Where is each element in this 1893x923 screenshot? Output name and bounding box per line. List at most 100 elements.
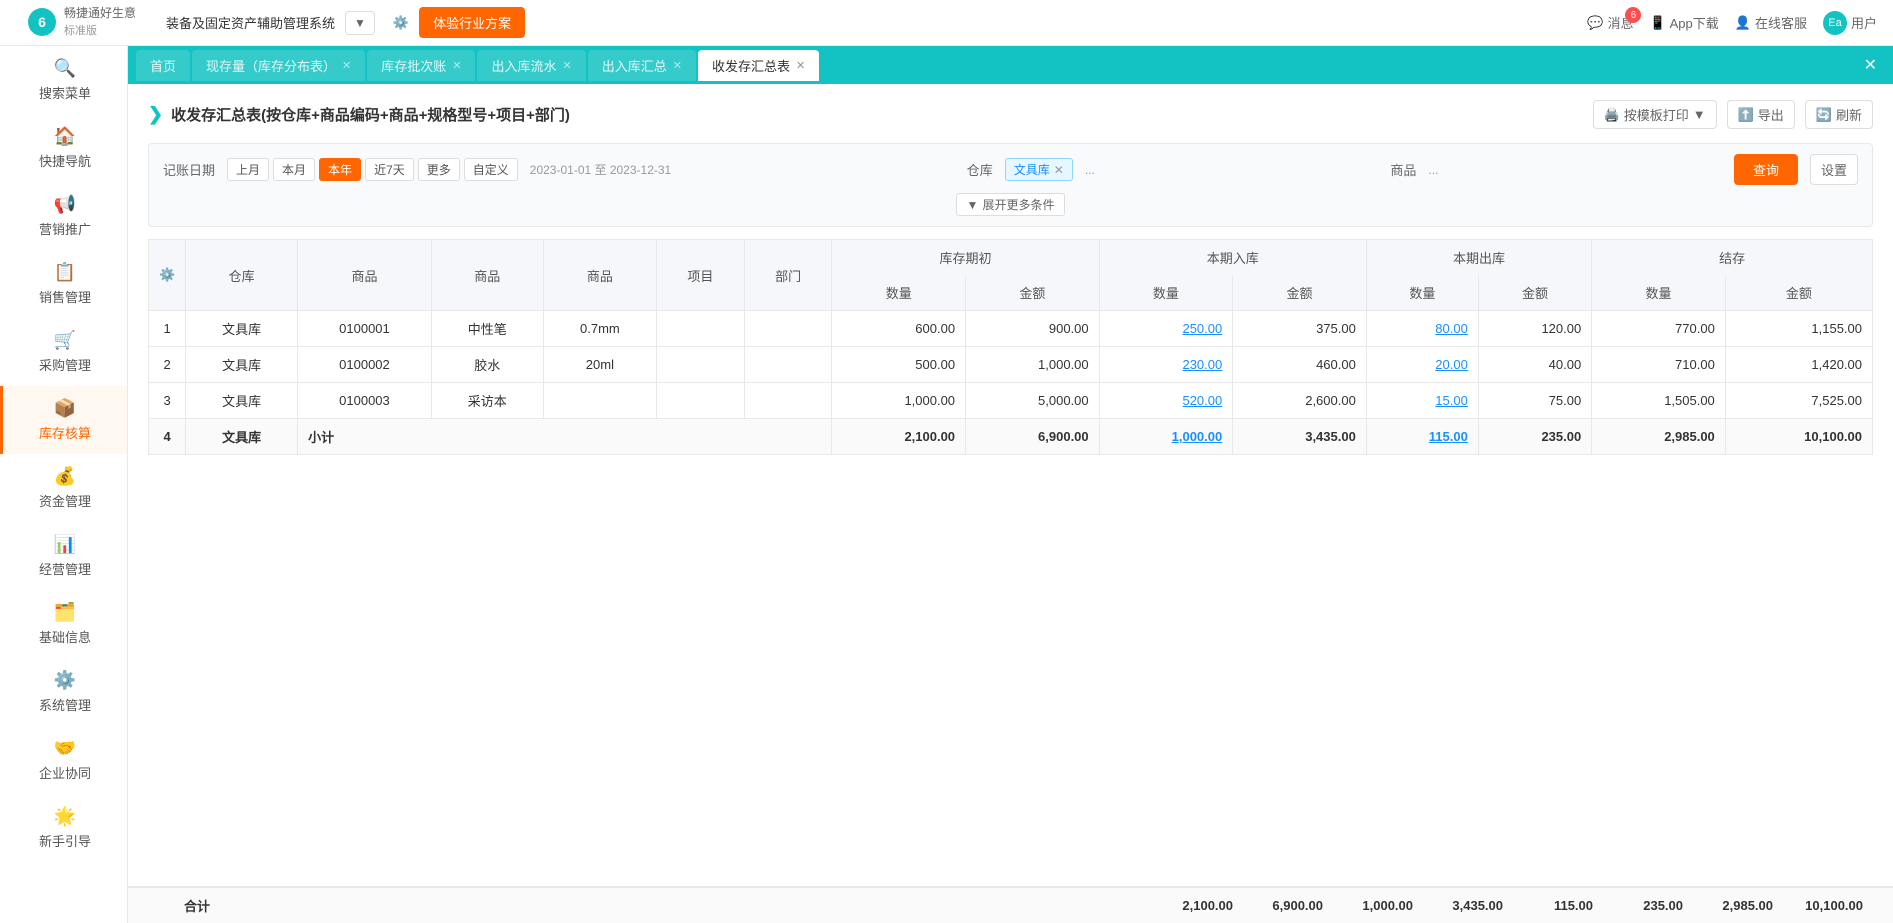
date-btn-custom[interactable]: 自定义 (464, 158, 518, 181)
date-range: 2023-01-01 至 2023-12-31 (530, 161, 671, 178)
page-title-bar: ❯ 收发存汇总表(按仓库+商品编码+商品+规格型号+项目+部门) 🖨️ 按模板打… (148, 100, 1873, 129)
cell-warehouse: 文具库 (186, 347, 298, 383)
tab-inventory-close[interactable]: ✕ (342, 59, 351, 72)
expand-btn[interactable]: ▼ 展开更多条件 (956, 193, 1066, 216)
sidebar-item-purchase[interactable]: 🛒 采购管理 (0, 318, 127, 386)
date-label: 记账日期 (163, 160, 215, 179)
message-item[interactable]: 💬 消息 6 (1587, 13, 1633, 32)
cell-out-qty[interactable]: 20.00 (1366, 347, 1478, 383)
page-title: 收发存汇总表(按仓库+商品编码+商品+规格型号+项目+部门) (171, 104, 570, 125)
cell-in-qty[interactable]: 250.00 (1099, 311, 1233, 347)
th-group-in: 本期入库 (1099, 240, 1366, 276)
tab-home[interactable]: 首页 (136, 50, 190, 81)
cell-bal-amt: 7,525.00 (1725, 383, 1872, 419)
sidebar-item-system[interactable]: ⚙️ 系统管理 (0, 658, 127, 726)
th-bal-amt: 金额 (1725, 275, 1872, 311)
subtotal-label: 小计 (298, 419, 832, 455)
cell-in-qty[interactable]: 230.00 (1099, 347, 1233, 383)
sidebar-item-sales[interactable]: 📋 销售管理 (0, 250, 127, 318)
query-button[interactable]: 查询 (1734, 154, 1798, 185)
user-item[interactable]: Ea 用户 (1823, 11, 1877, 35)
sidebar-item-operation[interactable]: 📊 经营管理 (0, 522, 127, 590)
settings-button[interactable]: 设置 (1810, 154, 1858, 185)
warehouse-more[interactable]: ... (1085, 163, 1095, 177)
table-row: 2 文具库 0100002 胶水 20ml 500.00 1,000.00 23… (149, 347, 1873, 383)
cell-out-qty[interactable]: 15.00 (1366, 383, 1478, 419)
date-btn-thismonth[interactable]: 本月 (273, 158, 315, 181)
total-init-qty: 2,100.00 (1153, 898, 1243, 913)
sidebar-label-finance: 资金管理 (39, 491, 91, 510)
tab-batch-label: 库存批次账 (381, 56, 446, 75)
tab-flow-close[interactable]: ✕ (563, 59, 572, 72)
tab-inventory[interactable]: 现存量（库存分布表） ✕ (192, 50, 365, 81)
cell-name: 采访本 (431, 383, 543, 419)
cell-bal-amt: 1,420.00 (1725, 347, 1872, 383)
cell-in-qty[interactable]: 520.00 (1099, 383, 1233, 419)
warehouse-tag: 文具库 ✕ (1005, 158, 1073, 181)
date-btn-lastmonth[interactable]: 上月 (227, 158, 269, 181)
subtotal-init-qty: 2,100.00 (832, 419, 966, 455)
cell-code: 0100001 (298, 311, 432, 347)
sidebar-item-marketing[interactable]: 📢 营销推广 (0, 182, 127, 250)
sidebar-item-quick[interactable]: 🏠 快捷导航 (0, 114, 127, 182)
filter-row-1: 记账日期 上月 本月 本年 近7天 更多 自定义 2023-01-01 至 20… (163, 154, 1858, 185)
total-bal-qty: 2,985.00 (1693, 898, 1783, 913)
subtotal-init-amt: 6,900.00 (966, 419, 1100, 455)
sidebar-item-basic[interactable]: 🗂️ 基础信息 (0, 590, 127, 658)
sidebar-item-newbie[interactable]: 🌟 新手引导 (0, 794, 127, 862)
app-download-label: App下载 (1670, 13, 1719, 32)
sidebar-label-system: 系统管理 (39, 695, 91, 714)
sidebar-item-search[interactable]: 🔍 搜索菜单 (0, 46, 127, 114)
cell-dept (744, 311, 832, 347)
tab-home-label: 首页 (150, 56, 176, 75)
tab-flow[interactable]: 出入库流水 ✕ (477, 50, 585, 81)
sidebar-label-marketing: 营销推广 (39, 219, 91, 238)
settings-gear[interactable]: ⚙️ (393, 15, 409, 31)
chevron-down-icon: ▼ (1693, 107, 1706, 122)
tab-summary-close[interactable]: ✕ (673, 59, 682, 72)
tab-summary-label: 出入库汇总 (602, 56, 667, 75)
tab-collect-close[interactable]: ✕ (796, 59, 805, 72)
table-row: 1 文具库 0100001 中性笔 0.7mm 600.00 900.00 25… (149, 311, 1873, 347)
title-actions: 🖨️ 按模板打印 ▼ ⬆️ 导出 🔄 刷新 (1593, 100, 1873, 129)
warehouse-tag-remove[interactable]: ✕ (1054, 163, 1064, 177)
cell-bal-qty: 710.00 (1592, 347, 1726, 383)
date-btn-7days[interactable]: 近7天 (365, 158, 414, 181)
tab-collect[interactable]: 收发存汇总表 ✕ (698, 50, 819, 81)
sidebar-label-inventory: 库存核算 (39, 423, 91, 442)
subtotal-out-qty[interactable]: 115.00 (1366, 419, 1478, 455)
system-dropdown[interactable]: ▼ (345, 11, 375, 35)
top-header: 6 畅捷通好生意 标准版 装备及固定资产辅助管理系统 ▼ ⚙️ 体验行业方案 💬… (0, 0, 1893, 46)
export-button[interactable]: ⬆️ 导出 (1727, 100, 1795, 129)
home-icon: 🏠 (54, 126, 76, 147)
app-download-item[interactable]: 📱 App下载 (1649, 13, 1718, 32)
logo-area: 6 畅捷通好生意 标准版 (16, 0, 148, 47)
message-badge: 6 (1625, 7, 1641, 23)
refresh-button[interactable]: 🔄 刷新 (1805, 100, 1873, 129)
tab-bar-close[interactable]: ✕ (1856, 51, 1885, 79)
template-print-button[interactable]: 🖨️ 按模板打印 ▼ (1593, 100, 1717, 129)
sidebar-item-finance[interactable]: 💰 资金管理 (0, 454, 127, 522)
service-icon: 👤 (1735, 15, 1751, 31)
th-code: 商品 (298, 240, 432, 311)
date-btn-more[interactable]: 更多 (418, 158, 460, 181)
subtotal-out-amt: 235.00 (1478, 419, 1591, 455)
export-icon: ⬆️ (1738, 107, 1754, 123)
sidebar-label-purchase: 采购管理 (39, 355, 91, 374)
tab-batch-close[interactable]: ✕ (452, 59, 461, 72)
tab-summary[interactable]: 出入库汇总 ✕ (588, 50, 696, 81)
bottom-total-bar: 合计 2,100.00 6,900.00 1,000.00 3,435.00 1… (128, 886, 1893, 923)
cell-out-qty[interactable]: 80.00 (1366, 311, 1478, 347)
collapse-btn[interactable]: ❯ (148, 104, 163, 125)
sidebar-item-inventory[interactable]: 📦 库存核算 (0, 386, 127, 454)
subtotal-in-qty[interactable]: 1,000.00 (1099, 419, 1233, 455)
date-btn-thisyear[interactable]: 本年 (319, 158, 361, 181)
sidebar-item-coop[interactable]: 🤝 企业协同 (0, 726, 127, 794)
cell-name: 胶水 (431, 347, 543, 383)
online-service-item[interactable]: 👤 在线客服 (1735, 13, 1807, 32)
trial-button[interactable]: 体验行业方案 (419, 7, 525, 38)
sidebar-label-sales: 销售管理 (39, 287, 91, 306)
tab-batch[interactable]: 库存批次账 ✕ (367, 50, 475, 81)
goods-more[interactable]: ... (1428, 163, 1438, 177)
cell-code: 0100002 (298, 347, 432, 383)
